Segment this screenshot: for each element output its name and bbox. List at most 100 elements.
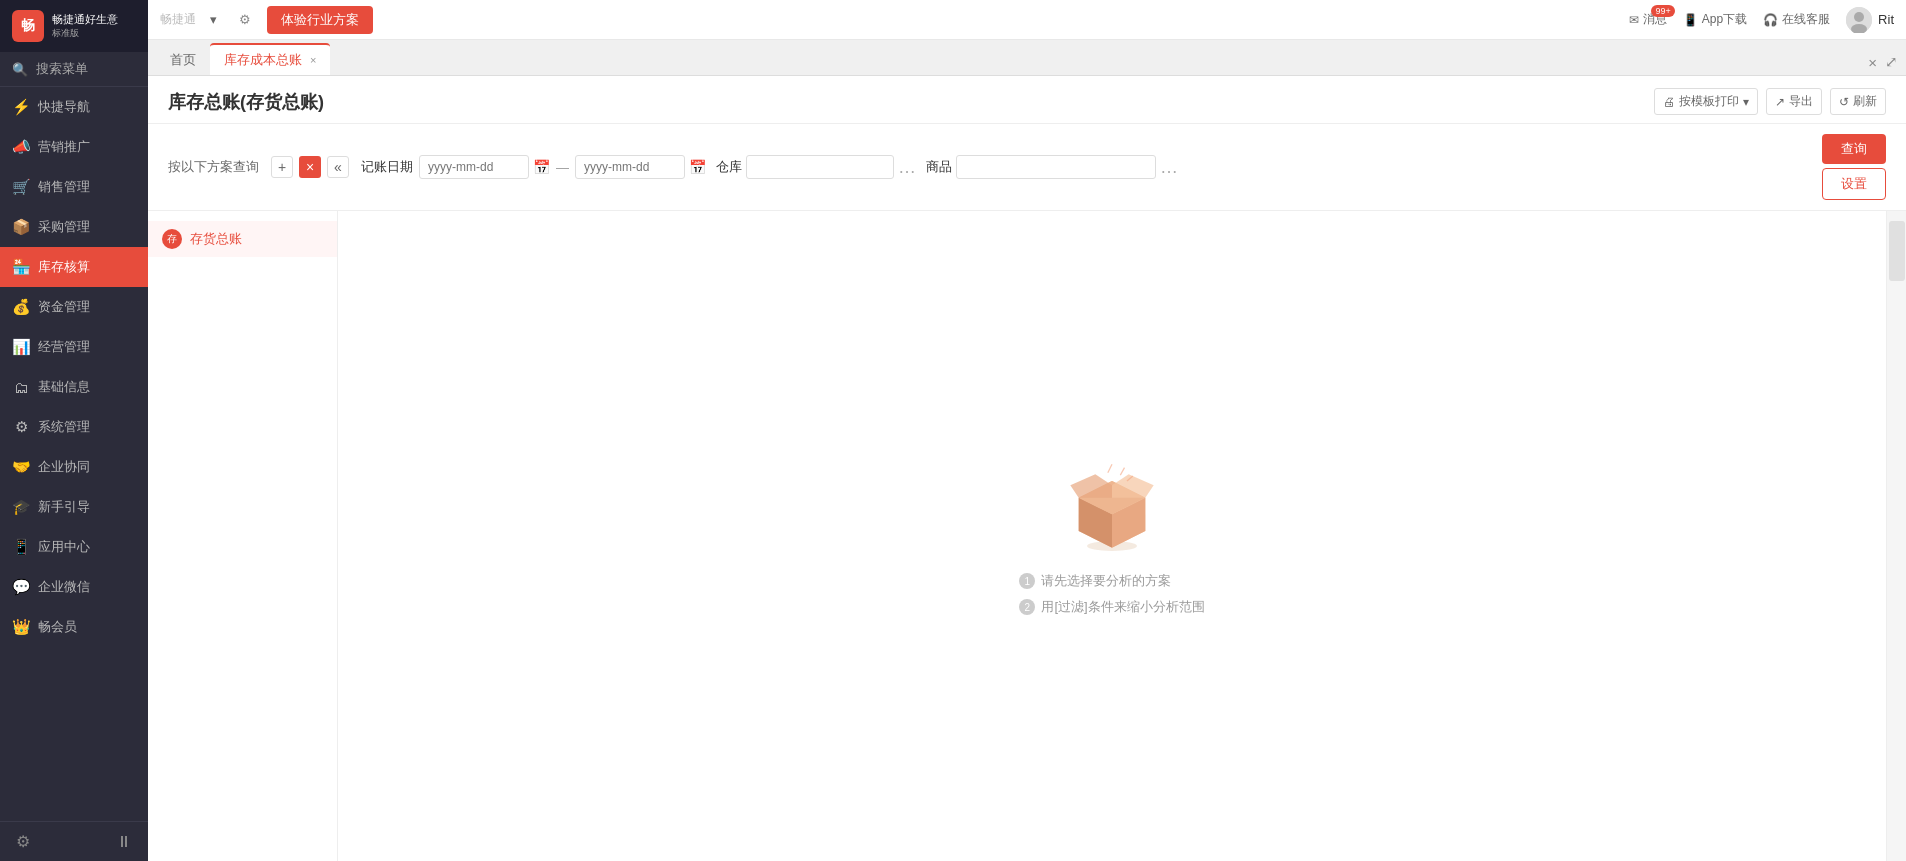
panel-expand-button[interactable]: ⤢ [1885, 53, 1898, 71]
export-button[interactable]: ↗ 导出 [1766, 88, 1822, 115]
filter-right-buttons: 查询 设置 [1822, 134, 1886, 200]
system-icon: ⚙ [12, 418, 30, 436]
page-header-actions: 🖨 按模板打印 ▾ ↗ 导出 ↺ 刷新 [1654, 88, 1886, 115]
operation-icon: 📊 [12, 338, 30, 356]
sales-icon: 🛒 [12, 178, 30, 196]
sidebar-nav: ⚡ 快捷导航 📣 营销推广 🛒 销售管理 📦 采购管理 🏪 库存核算 💰 资金管… [0, 87, 148, 821]
sidebar-item-label: 快捷导航 [38, 98, 90, 116]
base-icon: 🗂 [12, 379, 30, 396]
sidebar-item-member[interactable]: 👑 畅会员 [0, 607, 148, 647]
sidebar-item-label: 基础信息 [38, 378, 90, 396]
breadcrumb-text: 畅捷通 [160, 11, 196, 28]
app-center-icon: 📱 [12, 538, 30, 556]
user-name: Rit [1878, 12, 1894, 27]
app-download-label: App下载 [1702, 11, 1747, 28]
filter-collapse-button[interactable]: « [327, 156, 349, 178]
filter-row: 记账日期 📅 — 📅 仓库 … [361, 155, 1810, 179]
calendar-from-icon[interactable]: 📅 [533, 159, 550, 175]
tip-text-1: 请先选择要分析的方案 [1041, 572, 1171, 590]
sidebar-item-cooperation[interactable]: 🤝 企业协同 [0, 447, 148, 487]
date-to-field[interactable] [575, 155, 685, 179]
refresh-button[interactable]: ↺ 刷新 [1830, 88, 1886, 115]
sidebar-item-app-center[interactable]: 📱 应用中心 [0, 527, 148, 567]
topbar: 畅捷通 ▾ ⚙ 体验行业方案 ✉ 消息 99+ 📱 App下载 🎧 在线客服 [148, 0, 1906, 40]
audio-icon[interactable]: ⏸ [116, 833, 132, 851]
content-main: 1 请先选择要分析的方案 2 用[过滤]条件来缩小分析范围 [338, 211, 1886, 861]
export-icon: ↗ [1775, 95, 1785, 109]
content-area: 存 存货总账 [148, 211, 1906, 861]
breadcrumb: 畅捷通 [160, 11, 196, 28]
sidebar-item-wechat[interactable]: 💬 企业微信 [0, 567, 148, 607]
sidebar-item-base[interactable]: 🗂 基础信息 [0, 367, 148, 407]
date-filter-field: 记账日期 📅 — 📅 [361, 155, 706, 179]
empty-tip-2: 2 用[过滤]条件来缩小分析范围 [1019, 598, 1204, 616]
sidebar-search-label: 搜索菜单 [36, 60, 88, 78]
product-more-button[interactable]: … [1160, 158, 1178, 176]
sidebar-item-sales[interactable]: 🛒 销售管理 [0, 167, 148, 207]
tab-inventory-label: 库存成本总账 [224, 51, 302, 69]
date-from-field[interactable] [419, 155, 529, 179]
product-input[interactable] [956, 155, 1156, 179]
calendar-to-icon[interactable]: 📅 [689, 159, 706, 175]
right-panel [1886, 211, 1906, 861]
product-label: 商品 [926, 158, 952, 176]
industry-solution-button[interactable]: 体验行业方案 [267, 6, 373, 34]
sidebar-item-operation[interactable]: 📊 经营管理 [0, 327, 148, 367]
product-filter-field: 商品 … [926, 155, 1178, 179]
scheme-item-inventory-ledger[interactable]: 存 存货总账 [148, 221, 337, 257]
avatar [1846, 7, 1872, 33]
tip-num-2: 2 [1019, 599, 1035, 615]
right-scroll-handle[interactable] [1889, 221, 1905, 281]
settings-icon[interactable]: ⚙ [16, 832, 30, 851]
sidebar-item-label: 资金管理 [38, 298, 90, 316]
finance-icon: 💰 [12, 298, 30, 316]
sidebar-item-quick-nav[interactable]: ⚡ 快捷导航 [0, 87, 148, 127]
refresh-label: 刷新 [1853, 93, 1877, 110]
empty-tip-1: 1 请先选择要分析的方案 [1019, 572, 1204, 590]
sidebar-item-finance[interactable]: 💰 资金管理 [0, 287, 148, 327]
sidebar-item-label: 企业协同 [38, 458, 90, 476]
template-print-button[interactable]: 🖨 按模板打印 ▾ [1654, 88, 1758, 115]
sidebar-item-inventory[interactable]: 🏪 库存核算 [0, 247, 148, 287]
topbar-settings-button[interactable]: ⚙ [231, 6, 259, 34]
empty-tips: 1 请先选择要分析的方案 2 用[过滤]条件来缩小分析范围 [1019, 572, 1204, 616]
svg-marker-9 [1070, 474, 1112, 497]
warehouse-more-button[interactable]: … [898, 158, 916, 176]
logo-text-block: 畅捷通好生意 标准版 [52, 12, 118, 40]
tab-home[interactable]: 首页 [156, 45, 210, 75]
online-service-button[interactable]: 🎧 在线客服 [1763, 11, 1830, 28]
panel-close-button[interactable]: × [1868, 54, 1877, 71]
warehouse-filter-field: 仓库 … [716, 155, 916, 179]
sidebar-search[interactable]: 🔍 搜索菜单 [0, 52, 148, 87]
quick-nav-icon: ⚡ [12, 98, 30, 116]
tab-home-label: 首页 [170, 51, 196, 69]
query-button[interactable]: 查询 [1822, 134, 1886, 164]
setting-button[interactable]: 设置 [1822, 168, 1886, 200]
warehouse-label: 仓库 [716, 158, 742, 176]
template-print-label: 按模板打印 [1679, 93, 1739, 110]
page-title: 库存总账(存货总账) [168, 90, 324, 114]
tab-close-button[interactable]: × [310, 54, 316, 66]
phone-icon: 📱 [1683, 13, 1698, 27]
filter-remove-button[interactable]: × [299, 156, 321, 178]
sidebar-item-guide[interactable]: 🎓 新手引导 [0, 487, 148, 527]
filter-add-button[interactable]: + [271, 156, 293, 178]
tip-num-1: 1 [1019, 573, 1035, 589]
topbar-actions: ✉ 消息 99+ 📱 App下载 🎧 在线客服 [1629, 7, 1894, 33]
empty-illustration [1062, 456, 1162, 556]
sidebar-item-label: 销售管理 [38, 178, 90, 196]
topbar-dropdown[interactable]: ▾ [204, 9, 223, 30]
sidebar-item-system[interactable]: ⚙ 系统管理 [0, 407, 148, 447]
user-info[interactable]: Rit [1846, 7, 1894, 33]
message-button[interactable]: ✉ 消息 99+ [1629, 11, 1667, 28]
warehouse-input[interactable] [746, 155, 894, 179]
sidebar-item-marketing[interactable]: 📣 营销推广 [0, 127, 148, 167]
export-label: 导出 [1789, 93, 1813, 110]
member-icon: 👑 [12, 618, 30, 636]
sidebar-item-purchase[interactable]: 📦 采购管理 [0, 207, 148, 247]
date-from-input: 📅 [419, 155, 550, 179]
refresh-icon: ↺ [1839, 95, 1849, 109]
app-download-button[interactable]: 📱 App下载 [1683, 11, 1747, 28]
tab-inventory-ledger[interactable]: 库存成本总账 × [210, 43, 330, 75]
scheme-active-icon: 存 [162, 229, 182, 249]
